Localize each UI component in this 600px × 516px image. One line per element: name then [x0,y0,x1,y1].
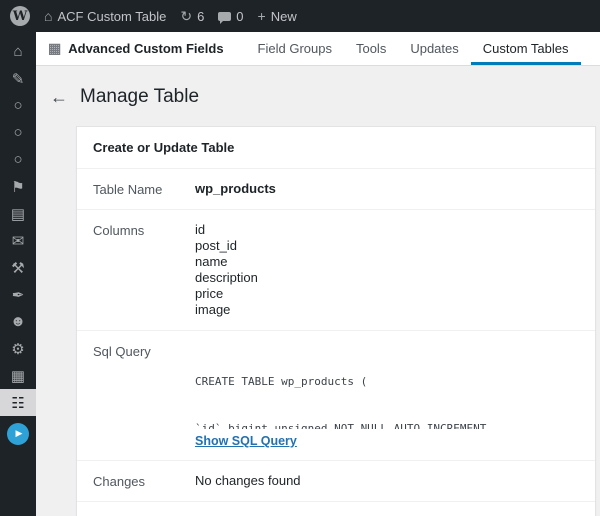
columns-value: id post_id name description price image [195,222,579,318]
comments-icon [218,12,232,24]
acf-logo-icon: ▦ [48,40,62,56]
updates-icon: ↻ [180,7,193,24]
sidebar-item-media[interactable]: ○ [0,92,36,119]
wordpress-logo-icon: W [10,6,30,26]
dashboard-icon: ⌂ [13,43,23,60]
site-name-link[interactable]: ⌂ ACF Custom Table [44,8,166,24]
comments-link[interactable]: 0 [218,8,244,24]
sidebar-item-cpt1[interactable]: ○ [0,119,36,146]
sql-query-label: Sql Query [93,344,151,359]
appearance-icon: ⚑ [11,178,25,196]
new-label: New [270,8,297,24]
sidebar-item-pages[interactable]: ▤ [0,200,36,227]
circle-icon: ○ [13,124,23,141]
tab-field-groups[interactable]: Field Groups [246,32,344,65]
acf-brand: ▦ Advanced Custom Fields [48,32,224,65]
changes-label: Changes [93,474,146,489]
button-row: ▶ Update Table [77,502,595,516]
plugin-header: ▦ Advanced Custom Fields Field Groups To… [36,32,600,66]
show-sql-query-link[interactable]: Show SQL Query [195,434,297,448]
sql-query-row: Sql Query CREATE TABLE wp_products ( `id… [77,331,595,461]
updates-link[interactable]: ↻ 6 [180,8,204,25]
changes-row: Changes No changes found [77,461,595,502]
sidebar-item-acf-custom-tables[interactable]: ☷ [0,389,36,416]
columns-row: Columns id post_id name description pric… [77,210,595,331]
column-name: name [195,254,228,269]
plus-icon: + [257,8,266,24]
home-icon: ⌂ [44,8,53,24]
pages-icon: ▤ [10,205,26,223]
play-icon: ▶ [15,428,23,438]
sql-line: CREATE TABLE wp_products ( [195,375,368,388]
sidebar-item-dashboard[interactable]: ⌂ [0,38,36,65]
sidebar-item-posts[interactable]: ✎ [0,65,36,92]
sidebar-item-settings[interactable]: ▦ [0,362,36,389]
media-icon: ○ [13,97,23,114]
acf-brand-label: Advanced Custom Fields [68,41,224,56]
main-content: ▦ Advanced Custom Fields Field Groups To… [36,32,600,516]
sidebar-item-comments[interactable]: ✉ [0,227,36,254]
sidebar-item-users[interactable]: ☻ [0,308,36,335]
site-name-label: ACF Custom Table [57,8,167,24]
tab-tools[interactable]: Tools [344,32,398,65]
column-name: description [195,270,258,285]
table-name-row: Table Name wp_products [77,169,595,210]
user-icon: ☻ [10,313,26,330]
columns-label: Columns [93,223,145,238]
plugins-icon: ⚒ [11,259,25,277]
wrench-icon: ⚙ [11,340,25,358]
table-name-label: Table Name [93,182,163,197]
column-name: id [195,222,206,237]
comments-bubble-icon: ✉ [11,232,25,250]
circle-icon: ○ [13,151,23,168]
sql-line: `id` bigint unsigned NOT NULL AUTO_INCRE… [195,421,494,430]
sidebar-item-plugins[interactable]: ⚒ [0,254,36,281]
posts-icon: ✎ [11,70,25,88]
sidebar-item-tools[interactable]: ⚙ [0,335,36,362]
admin-sidebar: ⌂ ✎ ○ ○ ○ ⚑ ▤ ✉ ⚒ ✒ ☻ ⚙ ▦ ☷ ▶ [0,32,36,516]
sidebar-item-appearance[interactable]: ⚑ [0,173,36,200]
comments-count: 0 [236,8,244,24]
table-icon: ☷ [11,394,25,412]
sidebar-item-themes[interactable]: ✒ [0,281,36,308]
page-title: Manage Table [80,86,200,107]
column-name: image [195,302,231,317]
card-title: Create or Update Table [77,127,595,169]
updates-count: 6 [197,8,205,24]
admin-bar: W ⌂ ACF Custom Table ↻ 6 0 + New [0,0,600,32]
new-content-link[interactable]: + New [258,8,297,24]
sql-query-code: CREATE TABLE wp_products ( `id` bigint u… [195,343,579,429]
tab-updates[interactable]: Updates [398,32,470,65]
table-name-value: wp_products [195,181,276,196]
brush-icon: ✒ [11,286,25,304]
sidebar-item-collapse[interactable]: ▶ [0,420,36,447]
back-arrow-icon[interactable]: ← [50,88,68,106]
page-title-row: ← Manage Table [36,66,600,114]
grid-icon: ▦ [10,367,26,385]
create-update-table-card: Create or Update Table Table Name wp_pro… [76,126,596,516]
column-name: price [195,286,224,301]
wordpress-menu[interactable]: W [10,6,30,26]
tab-custom-tables[interactable]: Custom Tables [470,32,581,65]
column-name: post_id [195,238,237,253]
sidebar-item-cpt2[interactable]: ○ [0,146,36,173]
plugin-tabs: Field Groups Tools Updates Custom Tables [246,32,581,65]
changes-value: No changes found [195,473,301,488]
